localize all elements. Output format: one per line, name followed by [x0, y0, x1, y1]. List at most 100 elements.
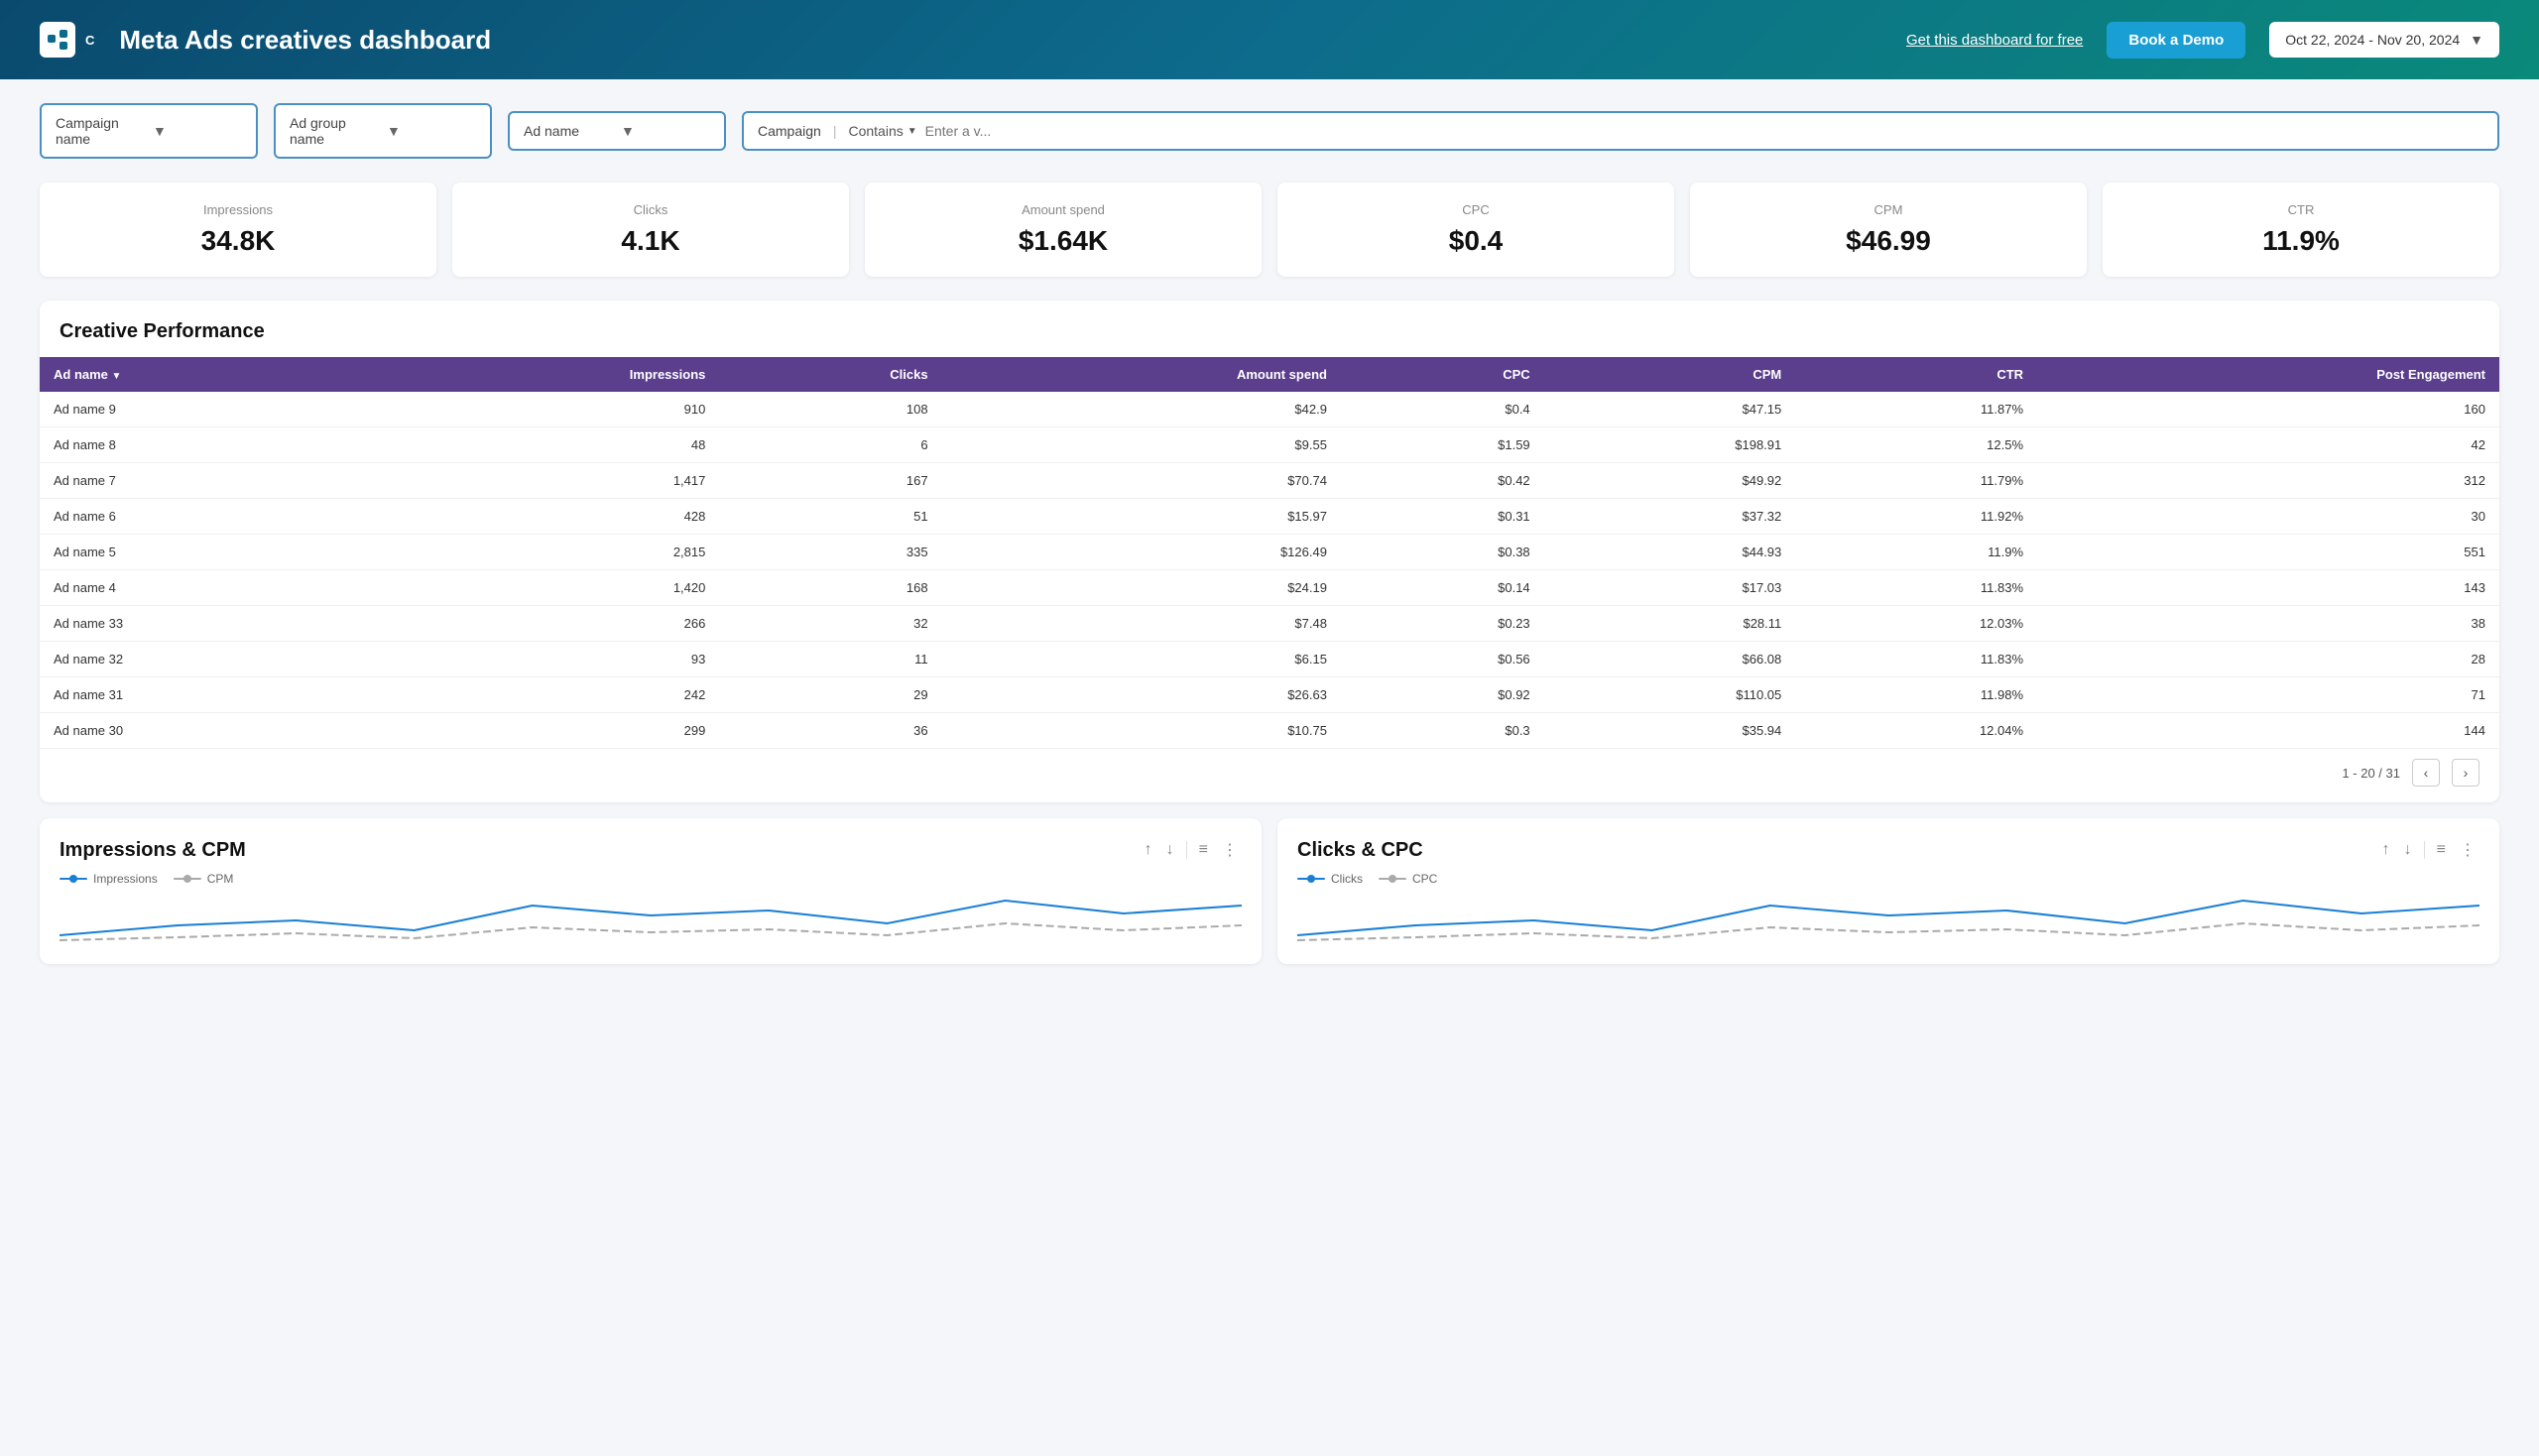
metric-card-clicks: Clicks 4.1K	[452, 182, 849, 277]
chart-filter-button[interactable]: ≡	[1195, 839, 1212, 861]
legend-item-clicks: Clicks	[1297, 872, 1363, 886]
search-filter-type[interactable]: Contains ▼	[848, 123, 916, 139]
table-cell-amount-spend: $126.49	[942, 535, 1341, 570]
table-cell-amount-spend: $26.63	[942, 677, 1341, 713]
table-row: Ad name 52,815335$126.49$0.38$44.9311.9%…	[40, 535, 2499, 570]
metric-card-cpm: CPM $46.99	[1690, 182, 2087, 277]
campaign-name-filter[interactable]: Campaign name ▼	[40, 103, 258, 159]
pagination-info: 1 - 20 / 31	[2342, 766, 2400, 781]
table-cell-post-engagement: 71	[2037, 677, 2499, 713]
chart-legend: Clicks CPC	[1297, 872, 2479, 886]
col-header-impressions[interactable]: Impressions	[369, 357, 720, 392]
legend-item-impressions: Impressions	[60, 872, 158, 886]
chart-down-button[interactable]: ↓	[1162, 839, 1178, 861]
metric-label: Amount spend	[889, 202, 1238, 217]
table-cell-cpc: $0.3	[1341, 713, 1544, 749]
legend-label: Impressions	[93, 872, 158, 886]
table-cell-post-engagement: 38	[2037, 606, 2499, 642]
table-row: Ad name 642851$15.97$0.31$37.3211.92%30	[40, 499, 2499, 535]
chart-legend: Impressions CPM	[60, 872, 1242, 886]
chart-up-button[interactable]: ↑	[2378, 839, 2394, 861]
table-cell-cpm: $44.93	[1544, 535, 1796, 570]
col-header-post-engagement[interactable]: Post Engagement	[2037, 357, 2499, 392]
table-cell-ad-name: Ad name 32	[40, 642, 369, 677]
chart-filter-button[interactable]: ≡	[2433, 839, 2450, 861]
pagination-row: 1 - 20 / 31 ‹ ›	[40, 749, 2499, 787]
table-cell-cpc: $0.31	[1341, 499, 1544, 535]
table-row: Ad name 329311$6.15$0.56$66.0811.83%28	[40, 642, 2499, 677]
charts-row: Impressions & CPM ↑ ↓ ≡ ⋮ Impressions CP…	[0, 818, 2539, 988]
book-demo-button[interactable]: Book a Demo	[2107, 22, 2245, 59]
table-cell-clicks: 51	[719, 499, 941, 535]
table-cell-clicks: 168	[719, 570, 941, 606]
table-cell-amount-spend: $24.19	[942, 570, 1341, 606]
next-page-button[interactable]: ›	[2452, 759, 2479, 787]
date-range-arrow-icon: ▼	[2470, 32, 2483, 48]
table-cell-ad-name: Ad name 31	[40, 677, 369, 713]
get-dashboard-link[interactable]: Get this dashboard for free	[1906, 32, 2083, 49]
chart-up-button[interactable]: ↑	[1141, 839, 1156, 861]
chart-svg	[1297, 886, 2479, 945]
col-header-cpc[interactable]: CPC	[1341, 357, 1544, 392]
col-header-amount-spend[interactable]: Amount spend	[942, 357, 1341, 392]
legend-line-icon	[60, 878, 87, 880]
table-cell-cpm: $28.11	[1544, 606, 1796, 642]
date-range-value: Oct 22, 2024 - Nov 20, 2024	[2285, 32, 2460, 48]
col-header-ctr[interactable]: CTR	[1795, 357, 2037, 392]
legend-label: CPM	[207, 872, 234, 886]
legend-line-icon	[174, 878, 201, 880]
chart-more-button[interactable]: ⋮	[1218, 838, 1242, 862]
metric-label: CPC	[1301, 202, 1650, 217]
campaign-name-arrow-icon: ▼	[153, 123, 242, 139]
table-cell-post-engagement: 42	[2037, 427, 2499, 463]
prev-page-button[interactable]: ‹	[2412, 759, 2440, 787]
date-range-selector[interactable]: Oct 22, 2024 - Nov 20, 2024 ▼	[2269, 22, 2499, 58]
table-cell-clicks: 32	[719, 606, 941, 642]
table-cell-clicks: 11	[719, 642, 941, 677]
table-row: Ad name 3326632$7.48$0.23$28.1112.03%38	[40, 606, 2499, 642]
legend-item-cpc: CPC	[1379, 872, 1437, 886]
chart-controls-separator	[2424, 841, 2425, 859]
chart-controls: ↑ ↓ ≡ ⋮	[1141, 838, 1242, 862]
table-cell-ad-name: Ad name 5	[40, 535, 369, 570]
table-cell-amount-spend: $70.74	[942, 463, 1341, 499]
search-filter-type-label: Contains	[848, 123, 903, 139]
table-cell-cpc: $1.59	[1341, 427, 1544, 463]
metric-value: 34.8K	[63, 225, 413, 257]
table-cell-cpc: $0.42	[1341, 463, 1544, 499]
table-cell-impressions: 1,417	[369, 463, 720, 499]
ad-group-name-filter[interactable]: Ad group name ▼	[274, 103, 492, 159]
col-header-ad-name[interactable]: Ad name ▼	[40, 357, 369, 392]
table-cell-impressions: 242	[369, 677, 720, 713]
legend-label: CPC	[1412, 872, 1437, 886]
metric-value: $1.64K	[889, 225, 1238, 257]
metric-value: $0.4	[1301, 225, 1650, 257]
table-cell-clicks: 29	[719, 677, 941, 713]
chart-card-1: Clicks & CPC ↑ ↓ ≡ ⋮ Clicks CPC	[1277, 818, 2499, 964]
table-cell-amount-spend: $9.55	[942, 427, 1341, 463]
chart-down-button[interactable]: ↓	[2400, 839, 2416, 861]
table-cell-cpm: $17.03	[1544, 570, 1796, 606]
chart-more-button[interactable]: ⋮	[2456, 838, 2479, 862]
table-cell-ad-name: Ad name 30	[40, 713, 369, 749]
table-cell-amount-spend: $42.9	[942, 392, 1341, 427]
table-cell-post-engagement: 144	[2037, 713, 2499, 749]
col-header-cpm[interactable]: CPM	[1544, 357, 1796, 392]
table-cell-cpc: $0.92	[1341, 677, 1544, 713]
table-cell-ctr: 12.5%	[1795, 427, 2037, 463]
table-cell-cpm: $49.92	[1544, 463, 1796, 499]
metric-value: 4.1K	[476, 225, 825, 257]
table-cell-cpm: $47.15	[1544, 392, 1796, 427]
logo: C	[40, 22, 95, 58]
table-cell-ctr: 11.92%	[1795, 499, 2037, 535]
metric-card-cpc: CPC $0.4	[1277, 182, 1674, 277]
metrics-row: Impressions 34.8K Clicks 4.1K Amount spe…	[0, 175, 2539, 293]
col-header-clicks[interactable]: Clicks	[719, 357, 941, 392]
table-row: Ad name 3124229$26.63$0.92$110.0511.98%7…	[40, 677, 2499, 713]
ad-name-filter[interactable]: Ad name ▼	[508, 111, 726, 151]
table-cell-cpm: $66.08	[1544, 642, 1796, 677]
table-cell-clicks: 6	[719, 427, 941, 463]
search-filter-input[interactable]	[925, 123, 2483, 139]
table-cell-cpc: $0.4	[1341, 392, 1544, 427]
table-cell-post-engagement: 551	[2037, 535, 2499, 570]
